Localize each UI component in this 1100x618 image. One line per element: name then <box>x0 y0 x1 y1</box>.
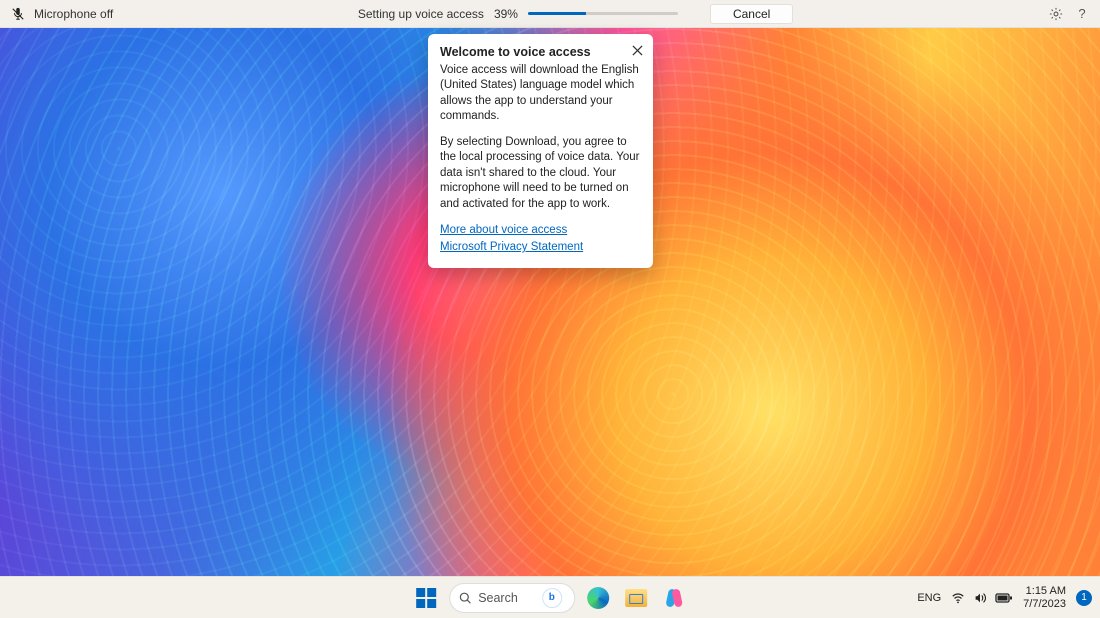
taskbar-right: ENG 1:15 AM 7/7/2023 1 <box>917 585 1092 610</box>
welcome-popup: Welcome to voice access Voice access wil… <box>428 34 653 268</box>
clock[interactable]: 1:15 AM 7/7/2023 <box>1023 585 1066 610</box>
time-label: 1:15 AM <box>1023 585 1066 598</box>
close-icon[interactable] <box>629 42 645 58</box>
voice-access-bar: Microphone off Setting up voice access 3… <box>0 0 1100 28</box>
taskbar-search[interactable]: Search b <box>449 583 575 613</box>
system-tray[interactable] <box>951 591 1013 605</box>
copilot-button[interactable] <box>659 583 689 613</box>
cancel-button[interactable]: Cancel <box>710 4 793 24</box>
settings-icon[interactable] <box>1048 6 1064 22</box>
copilot-icon <box>663 587 685 609</box>
popup-body-2: By selecting Download, you agree to the … <box>440 135 641 213</box>
edge-button[interactable] <box>583 583 613 613</box>
language-indicator[interactable]: ENG <box>917 592 941 604</box>
popup-title: Welcome to voice access <box>440 44 641 61</box>
help-icon[interactable]: ? <box>1074 6 1090 22</box>
bing-icon[interactable]: b <box>542 588 562 608</box>
microphone-off-icon[interactable] <box>10 6 26 22</box>
setup-progress: Setting up voice access 39% Cancel <box>358 4 793 24</box>
windows-logo-icon <box>416 588 436 608</box>
setup-label: Setting up voice access <box>358 7 484 21</box>
battery-icon <box>995 592 1013 604</box>
start-button[interactable] <box>411 583 441 613</box>
progress-fill <box>528 12 587 15</box>
file-explorer-button[interactable] <box>621 583 651 613</box>
taskbar-center: Search b <box>411 583 689 613</box>
more-about-link[interactable]: More about voice access <box>440 223 641 239</box>
volume-icon <box>973 591 987 605</box>
progress-bar <box>528 12 678 15</box>
privacy-link[interactable]: Microsoft Privacy Statement <box>440 240 641 256</box>
search-label: Search <box>478 591 518 605</box>
wifi-icon <box>951 591 965 605</box>
edge-icon <box>587 587 609 609</box>
notification-badge[interactable]: 1 <box>1076 590 1092 606</box>
setup-percent: 39% <box>494 7 518 21</box>
mic-status-label: Microphone off <box>34 7 113 21</box>
folder-icon <box>625 589 647 607</box>
taskbar: Search b ENG 1:15 AM 7/7/2023 1 <box>0 576 1100 618</box>
popup-body-1: Voice access will download the English (… <box>440 63 641 125</box>
search-icon <box>458 591 472 605</box>
date-label: 7/7/2023 <box>1023 598 1066 611</box>
